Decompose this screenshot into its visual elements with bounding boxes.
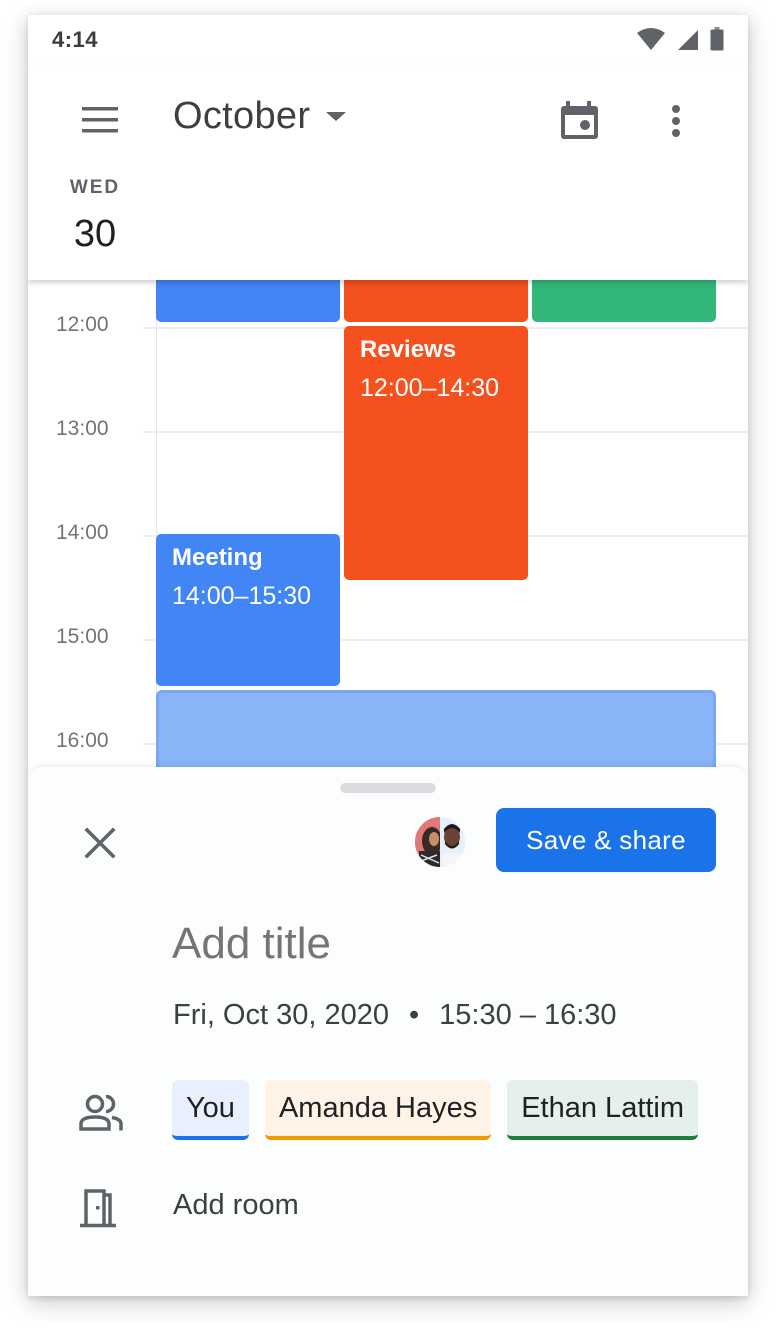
menu-button[interactable] (76, 101, 124, 141)
people-icon (78, 1093, 124, 1133)
caret-down-icon (326, 112, 347, 121)
month-label: October (173, 95, 311, 137)
event-meeting[interactable]: Meeting 14:00–15:30 (156, 534, 340, 686)
event-orange-earlier[interactable] (344, 280, 528, 322)
today-button[interactable] (556, 97, 604, 145)
drag-handle[interactable] (340, 783, 436, 793)
app-header: October WED 30 (28, 65, 748, 280)
event-datetime[interactable]: Fri, Oct 30, 2020 • 15:30 – 16:30 (173, 999, 617, 1032)
hour-label: 14:00 (56, 521, 109, 544)
attendee-chip-amanda-hayes[interactable]: Amanda Hayes (264, 1080, 492, 1140)
wifi-icon (636, 27, 666, 51)
door-icon (78, 1187, 120, 1229)
event-time-range: 15:30 – 16:30 (439, 999, 617, 1031)
status-time: 4:14 (52, 27, 99, 52)
event-title: Meeting (172, 544, 263, 571)
day-header[interactable]: WED 30 (58, 177, 132, 256)
event-reviews[interactable]: Reviews 12:00–14:30 (344, 326, 528, 580)
hour-label: 12:00 (56, 313, 109, 336)
hour-label: 13:00 (56, 417, 109, 440)
event-green-earlier[interactable] (532, 280, 716, 322)
hour-label: 16:00 (56, 729, 109, 752)
overflow-menu-button[interactable] (656, 97, 696, 145)
avatar-amanda (415, 817, 440, 867)
month-selector[interactable]: October (173, 95, 347, 138)
calendar-today-icon (561, 101, 598, 139)
event-time: 14:00–15:30 (172, 582, 312, 610)
day-timeline[interactable]: 12:00 13:00 14:00 15:00 16:00 Reviews 12… (28, 280, 748, 780)
attendee-chips: You Amanda Hayes Ethan Lattim (172, 1080, 699, 1140)
attendee-avatars[interactable] (415, 817, 465, 867)
hamburger-menu-icon (82, 107, 118, 133)
event-date: Fri, Oct 30, 2020 (173, 999, 389, 1031)
cellular-signal-icon (676, 27, 700, 51)
quick-create-sheet: Save & share Fri, Oct 30, 2020 • 15:30 –… (28, 767, 748, 1296)
day-number: 30 (73, 213, 117, 255)
event-blue-earlier[interactable] (156, 280, 340, 322)
avatar-ethan (440, 817, 465, 867)
hour-label: 15:00 (56, 625, 109, 648)
hour-row: 15:00 (28, 625, 748, 648)
battery-icon (710, 27, 724, 51)
event-title-input[interactable] (172, 915, 692, 973)
status-icons (636, 27, 724, 51)
attendee-name: Amanda Hayes (278, 1091, 478, 1124)
datetime-separator: • (409, 999, 420, 1031)
attendee-chip-ethan-lattim[interactable]: Ethan Lattim (507, 1080, 699, 1140)
phone-screen: 4:14 October WED 30 12:00 13:00 14:00 15… (28, 15, 748, 1296)
status-bar: 4:14 (28, 15, 748, 65)
save-and-share-button[interactable]: Save & share (496, 808, 716, 872)
day-weekday: WED (69, 177, 121, 198)
event-time: 12:00–14:30 (360, 374, 500, 402)
close-button[interactable] (78, 821, 122, 865)
more-vert-icon (672, 105, 680, 137)
close-icon (84, 827, 116, 859)
attendee-name: Ethan Lattim (521, 1091, 685, 1124)
add-room-button[interactable]: Add room (173, 1189, 299, 1222)
attendee-name: You (186, 1091, 235, 1124)
attendee-chip-you[interactable]: You (172, 1080, 249, 1140)
event-title: Reviews (360, 336, 457, 363)
